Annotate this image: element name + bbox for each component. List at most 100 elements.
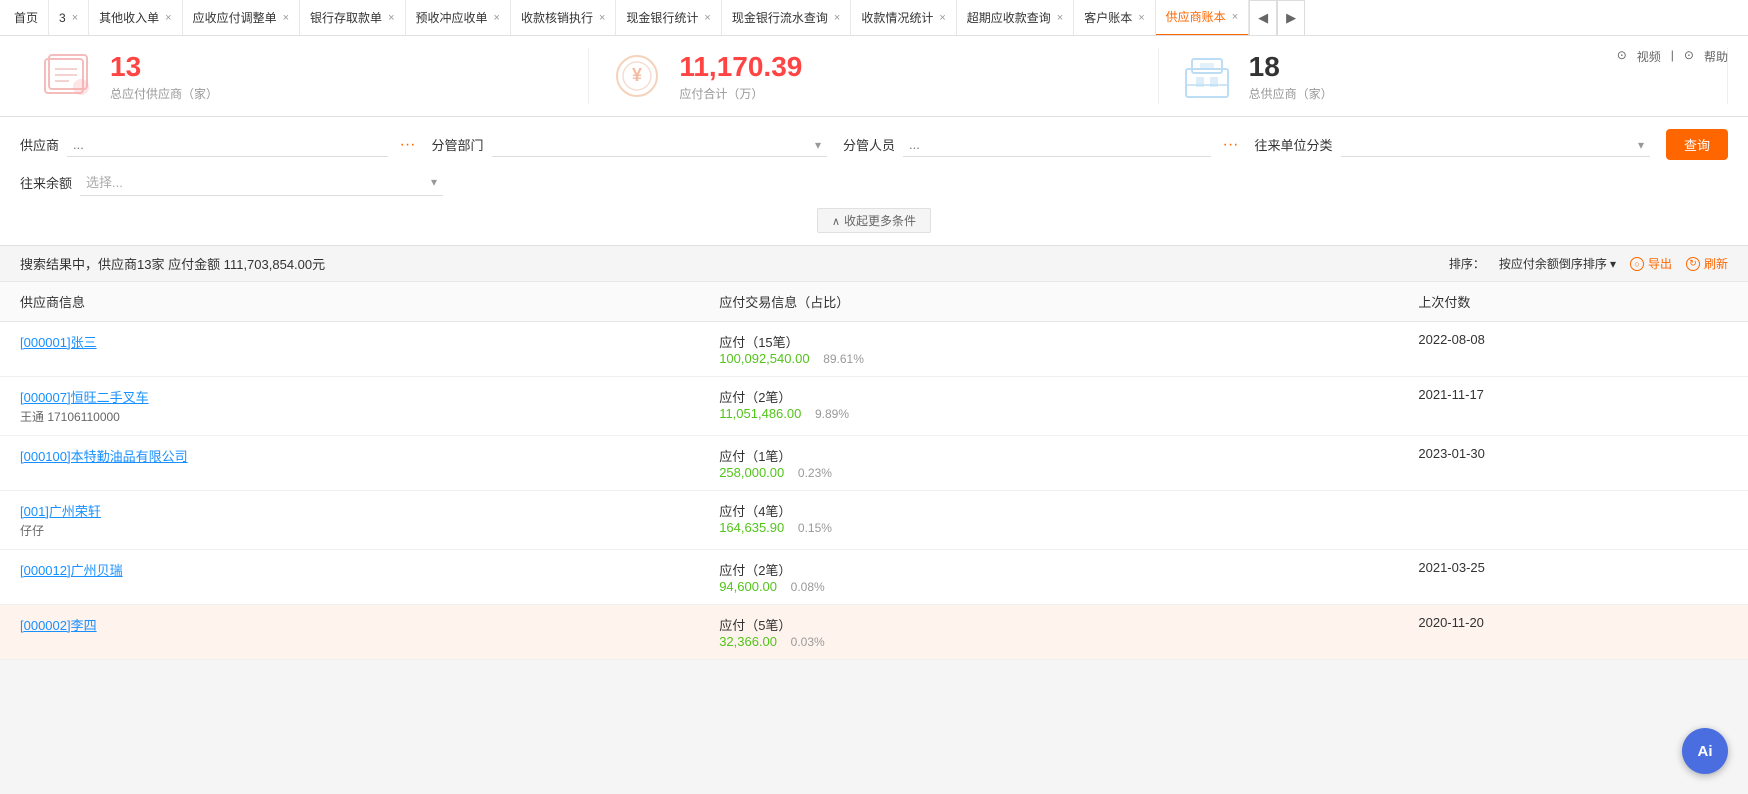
balance-label: 往来余额 xyxy=(20,173,72,192)
supplier-sub-info: 仔仔 xyxy=(20,522,679,539)
collapse-bar: 收起更多条件 xyxy=(20,204,1728,237)
tx-info-cell: 应付（15笔） 100,092,540.00 89.61% xyxy=(699,322,1398,377)
supplier-link[interactable]: [000002]李四 xyxy=(20,615,679,634)
filter-dept: 分管部门 xyxy=(432,133,828,157)
table-scroll-area[interactable]: 供应商信息 应付交易信息（占比） 上次付数 [000001]张三 应付（15笔） xyxy=(0,282,1748,660)
collapse-button[interactable]: 收起更多条件 xyxy=(817,208,931,233)
total-suppliers-icon xyxy=(1179,48,1235,104)
nav-tab-home[interactable]: 首页 xyxy=(4,0,49,36)
close-icon[interactable]: × xyxy=(283,12,289,24)
filter-section: 供应商 ··· 分管部门 分管人员 ··· 往来单位分类 查询 xyxy=(0,117,1748,246)
balance-select-text: 选择... xyxy=(86,172,123,191)
table-body: [000001]张三 应付（15笔） 100,092,540.00 89.61%… xyxy=(0,322,1748,660)
last-payment-date: 2020-11-20 xyxy=(1418,615,1484,630)
nav-tab-collection[interactable]: 收款核销执行 × xyxy=(511,0,616,36)
total-payable-label: 应付合计（万） xyxy=(679,85,802,102)
tx-info-cell: 应付（5笔） 32,366.00 0.03% xyxy=(699,605,1398,660)
nav-prev-arrow[interactable]: ◀ xyxy=(1249,0,1277,36)
results-info: 搜索结果中，供应商13家 应付金额 111,703,854.00元 xyxy=(20,254,325,273)
nav-tab-overdue[interactable]: 超期应收款查询 × xyxy=(957,0,1074,36)
total-suppliers-label: 总供应商（家） xyxy=(1249,85,1333,102)
nav-tab-cash-stats[interactable]: 现金银行统计 × xyxy=(616,0,721,36)
close-icon[interactable]: × xyxy=(939,12,945,24)
table-row: [000007]恒旺二手叉车 王通 17106110000 应付（2笔） 11,… xyxy=(0,377,1748,436)
close-icon[interactable]: × xyxy=(165,12,171,24)
balance-select[interactable]: 选择... xyxy=(80,168,443,196)
supplier-dots-icon[interactable]: ··· xyxy=(400,136,416,154)
supplier-sub-info: 王通 17106110000 xyxy=(20,408,679,425)
table-row: [000001]张三 应付（15笔） 100,092,540.00 89.61%… xyxy=(0,322,1748,377)
nav-tab-prepay[interactable]: 预收冲应收单 × xyxy=(406,0,511,36)
table-row: [001]广州荣轩 仔仔 应付（4笔） 164,635.90 0.15% xyxy=(0,491,1748,550)
dept-label: 分管部门 xyxy=(432,135,484,154)
supplier-info-cell: [000002]李四 xyxy=(0,605,699,660)
nav-tab-collection-stats[interactable]: 收款情况统计 × xyxy=(851,0,956,36)
export-button[interactable]: ○ 导出 xyxy=(1630,255,1672,272)
nav-tab-supplier-ledger-label: 供应商账本 xyxy=(1166,8,1226,25)
supplier-link[interactable]: [000007]恒旺二手叉车 xyxy=(20,387,679,406)
nav-tab-adjust-label: 应收应付调整单 xyxy=(193,9,277,26)
last-payment-date: 2023-01-30 xyxy=(1418,446,1485,461)
close-icon[interactable]: × xyxy=(599,12,605,24)
nav-tab-cash-flow-label: 现金银行流水查询 xyxy=(732,9,828,26)
category-select[interactable] xyxy=(1341,133,1650,157)
dept-chevron-down-icon xyxy=(815,137,821,152)
sort-value-text: 按应付余额倒序排序 xyxy=(1499,255,1607,272)
supplier-data-table: 供应商信息 应付交易信息（占比） 上次付数 [000001]张三 应付（15笔） xyxy=(0,282,1748,660)
search-button[interactable]: 查询 xyxy=(1666,129,1728,160)
last-payment-date: 2021-11-17 xyxy=(1418,387,1484,402)
nav-tab-home-label: 首页 xyxy=(14,9,38,26)
total-payable-icon: ¥ xyxy=(609,48,665,104)
nav-tab-collection-stats-label: 收款情况统计 xyxy=(861,9,933,26)
sort-select[interactable]: 按应付余额倒序排序 ▾ xyxy=(1499,255,1616,272)
supplier-link[interactable]: [000001]张三 xyxy=(20,332,679,351)
tx-pct: 0.08% xyxy=(791,580,825,594)
ai-badge[interactable]: Ai xyxy=(1682,728,1728,774)
amount-value: 164,635.90 xyxy=(719,520,784,535)
supplier-input[interactable] xyxy=(67,133,388,157)
close-icon[interactable]: × xyxy=(72,12,78,24)
filter-category: 往来单位分类 xyxy=(1255,133,1651,157)
nav-tab-bank-label: 银行存取款单 xyxy=(310,9,382,26)
close-icon[interactable]: × xyxy=(834,12,840,24)
supplier-link[interactable]: [000100]本特勤油品有限公司 xyxy=(20,446,679,465)
supplier-info-cell: [000012]广州贝瑞 xyxy=(0,550,699,605)
dept-select[interactable] xyxy=(492,133,827,157)
person-dots-icon[interactable]: ··· xyxy=(1223,136,1239,154)
nav-tab-3[interactable]: 3 × xyxy=(49,0,89,36)
refresh-button[interactable]: ↻ 刷新 xyxy=(1686,255,1728,272)
nav-tab-adjust[interactable]: 应收应付调整单 × xyxy=(183,0,300,36)
person-input[interactable] xyxy=(903,133,1211,157)
close-icon[interactable]: × xyxy=(494,12,500,24)
nav-tab-other-income[interactable]: 其他收入单 × xyxy=(89,0,182,36)
supplier-link[interactable]: [000012]广州贝瑞 xyxy=(20,560,679,579)
tx-label: 应付（4笔） xyxy=(719,501,1378,520)
table-row: [000012]广州贝瑞 应付（2笔） 94,600.00 0.08% 2021… xyxy=(0,550,1748,605)
svg-text:¥: ¥ xyxy=(632,65,642,85)
nav-tab-collection-label: 收款核销执行 xyxy=(521,9,593,26)
refresh-label: 刷新 xyxy=(1704,255,1728,272)
help-links: ⊙ 视频 | ⊙ 帮助 xyxy=(1617,48,1728,65)
video-link[interactable]: 视频 xyxy=(1637,48,1661,65)
amount-value: 100,092,540.00 xyxy=(719,351,809,366)
nav-tab-prepay-label: 预收冲应收单 xyxy=(416,9,488,26)
nav-tab-bank[interactable]: 银行存取款单 × xyxy=(300,0,405,36)
nav-tab-customer-ledger-label: 客户账本 xyxy=(1084,9,1132,26)
nav-tab-customer-ledger[interactable]: 客户账本 × xyxy=(1074,0,1155,36)
balance-chevron-down-icon xyxy=(431,174,437,189)
supplier-link[interactable]: [001]广州荣轩 xyxy=(20,501,679,520)
close-icon[interactable]: × xyxy=(1232,11,1238,23)
nav-tab-cash-flow[interactable]: 现金银行流水查询 × xyxy=(722,0,851,36)
close-icon[interactable]: × xyxy=(1138,12,1144,24)
last-payment-date: 2021-03-25 xyxy=(1418,560,1485,575)
last-payment-cell: 2023-01-30 xyxy=(1398,436,1748,491)
close-icon[interactable]: × xyxy=(1057,12,1063,24)
help-link[interactable]: 帮助 xyxy=(1704,48,1728,65)
tx-label: 应付（1笔） xyxy=(719,446,1378,465)
tx-label: 应付（2笔） xyxy=(719,560,1378,579)
nav-next-arrow[interactable]: ▶ xyxy=(1277,0,1305,36)
close-icon[interactable]: × xyxy=(388,12,394,24)
table-header: 供应商信息 应付交易信息（占比） 上次付数 xyxy=(0,282,1748,322)
close-icon[interactable]: × xyxy=(704,12,710,24)
nav-tab-supplier-ledger[interactable]: 供应商账本 × xyxy=(1156,0,1249,36)
